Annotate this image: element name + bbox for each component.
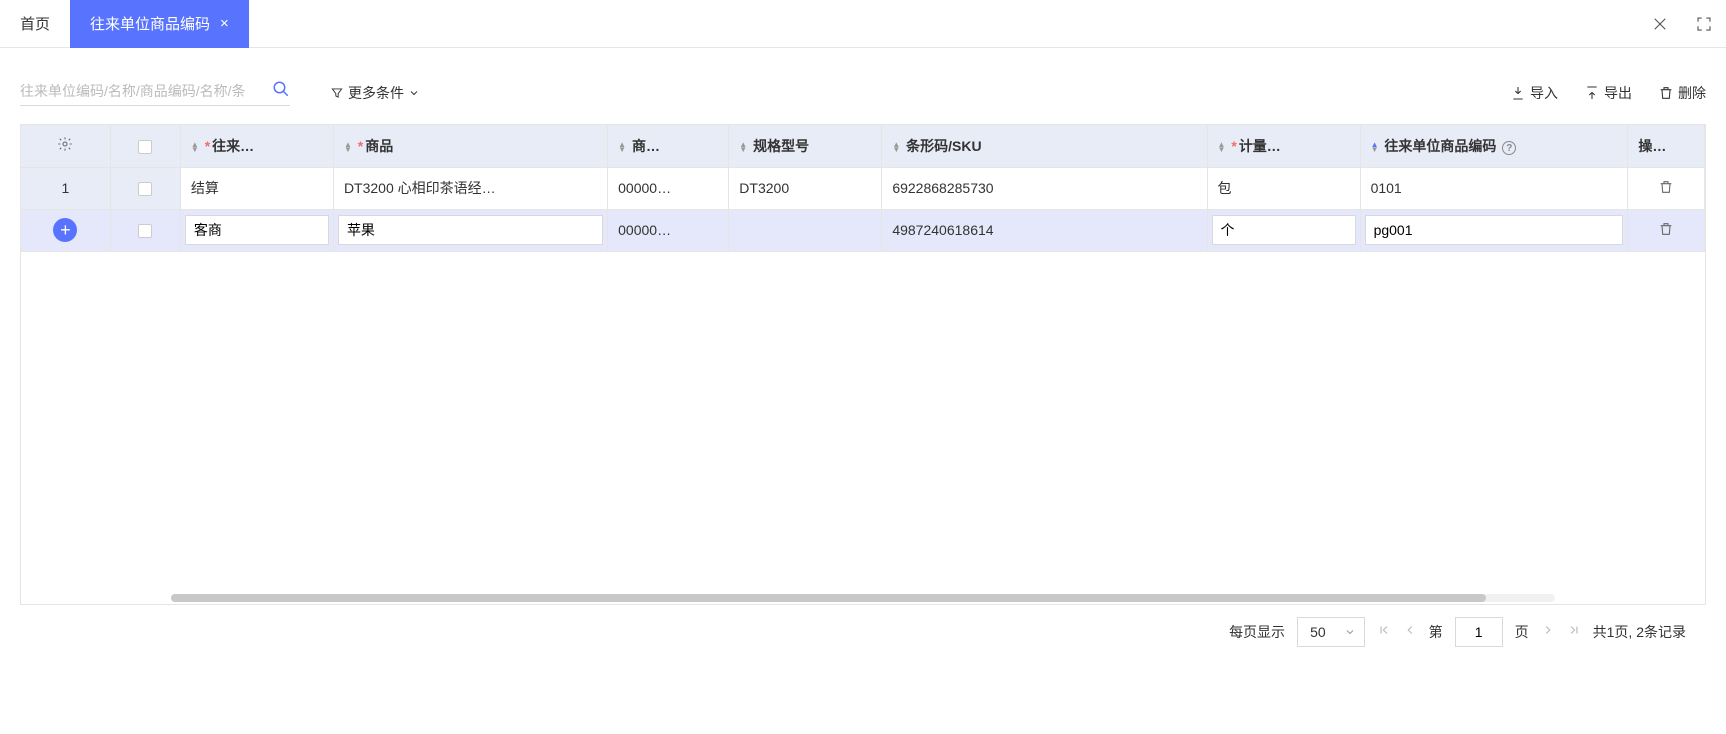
prev-page-icon[interactable] (1403, 623, 1417, 640)
cell-unit[interactable]: 包 (1207, 167, 1360, 209)
search-icon[interactable] (272, 80, 290, 101)
column-select-all[interactable] (110, 125, 180, 167)
cell-product[interactable]: DT3200 心相印茶语经… (333, 167, 607, 209)
per-page-select[interactable]: 50 (1297, 617, 1365, 647)
partner-input[interactable] (185, 215, 329, 245)
import-label: 导入 (1530, 83, 1558, 103)
page-label-suffix: 页 (1515, 622, 1529, 642)
column-product[interactable]: ▲▼ *商品 (333, 125, 607, 167)
cell-spec: DT3200 (729, 167, 882, 209)
row-checkbox[interactable] (138, 182, 152, 196)
tab-home[interactable]: 首页 (0, 0, 70, 48)
toolbar: 更多条件 导入 导出 删除 (0, 64, 1726, 116)
more-conditions-button[interactable]: 更多条件 (330, 83, 420, 103)
column-barcode[interactable]: ▲▼ 条形码/SKU (882, 125, 1207, 167)
sort-icon: ▲▼ (191, 142, 199, 152)
column-unit[interactable]: ▲▼ *计量… (1207, 125, 1360, 167)
fullscreen-icon[interactable] (1690, 10, 1718, 38)
column-product-code-label: 商… (632, 138, 660, 154)
column-partner-product-code-label: 往来单位商品编码 (1384, 138, 1496, 154)
next-page-icon[interactable] (1541, 623, 1555, 640)
delete-label: 删除 (1678, 83, 1706, 103)
pagination: 每页显示 50 第 页 共1页, 2条记录 (20, 605, 1706, 659)
column-spec-label: 规格型号 (753, 138, 809, 154)
import-button[interactable]: 导入 (1510, 83, 1558, 103)
horizontal-scrollbar[interactable] (21, 592, 1705, 604)
data-table: ▲▼ *往来… ▲▼ *商品 ▲▼ 商… ▲▼ 规格型号 ▲▼ 条形码/SK (20, 124, 1706, 605)
required-star-icon: * (1231, 138, 1236, 154)
delete-row-icon[interactable] (1658, 182, 1674, 198)
page-label-prefix: 第 (1429, 622, 1443, 642)
column-product-label: 商品 (365, 138, 393, 154)
column-barcode-label: 条形码/SKU (906, 138, 981, 154)
table-row[interactable]: + 00000… 4987240618614 (21, 209, 1705, 251)
cell-partner-product-code[interactable]: 0101 (1360, 167, 1628, 209)
sort-icon: ▲▼ (1371, 142, 1379, 152)
help-icon[interactable]: ? (1502, 141, 1516, 155)
cell-product-code: 00000… (608, 209, 729, 251)
sort-icon: ▲▼ (739, 142, 747, 152)
row-checkbox[interactable] (138, 224, 152, 238)
tab-home-label: 首页 (20, 13, 50, 34)
column-unit-label: 计量… (1239, 138, 1281, 154)
trash-icon (1658, 85, 1674, 101)
close-icon[interactable] (1646, 10, 1674, 38)
column-partner[interactable]: ▲▼ *往来… (180, 125, 333, 167)
filter-icon (330, 86, 344, 100)
pagination-summary: 共1页, 2条记录 (1593, 622, 1686, 642)
close-tab-icon[interactable]: × (220, 15, 229, 32)
column-spec[interactable]: ▲▼ 规格型号 (729, 125, 882, 167)
export-button[interactable]: 导出 (1584, 83, 1632, 103)
cell-barcode: 6922868285730 (882, 167, 1207, 209)
delete-row-icon[interactable] (1658, 224, 1674, 240)
column-partner-product-code[interactable]: ▲▼ 往来单位商品编码 ? (1360, 125, 1628, 167)
search-input[interactable] (20, 83, 272, 99)
column-operation-label: 操… (1638, 138, 1666, 154)
chevron-down-icon (1344, 626, 1356, 638)
sort-icon: ▲▼ (1218, 142, 1226, 152)
per-page-value: 50 (1310, 624, 1326, 640)
gear-icon (57, 136, 73, 152)
cell-barcode: 4987240618614 (882, 209, 1207, 251)
column-operation: 操… (1628, 125, 1705, 167)
import-icon (1510, 85, 1526, 101)
sort-icon: ▲▼ (892, 142, 900, 152)
partner-product-code-input[interactable] (1365, 215, 1624, 245)
required-star-icon: * (358, 138, 363, 154)
cell-product-code: 00000… (608, 167, 729, 209)
per-page-label: 每页显示 (1229, 622, 1285, 642)
required-star-icon: * (205, 138, 210, 154)
more-conditions-label: 更多条件 (348, 83, 404, 103)
column-settings[interactable] (21, 125, 110, 167)
last-page-icon[interactable] (1567, 623, 1581, 640)
add-row-icon[interactable]: + (53, 218, 77, 242)
chevron-down-icon (408, 87, 420, 99)
sort-icon: ▲▼ (344, 142, 352, 152)
table-row[interactable]: 1 结算 DT3200 心相印茶语经… 00000… DT3200 692286… (21, 167, 1705, 209)
unit-input[interactable] (1212, 215, 1356, 245)
select-all-checkbox[interactable] (138, 140, 152, 154)
export-label: 导出 (1604, 83, 1632, 103)
cell-partner[interactable]: 结算 (180, 167, 333, 209)
cell-spec (729, 209, 882, 251)
first-page-icon[interactable] (1377, 623, 1391, 640)
row-index: 1 (21, 167, 110, 209)
export-icon (1584, 85, 1600, 101)
page-input[interactable] (1455, 617, 1503, 647)
table-empty-area (21, 252, 1705, 592)
tab-bar: 首页 往来单位商品编码 × (0, 0, 1726, 48)
column-product-code[interactable]: ▲▼ 商… (608, 125, 729, 167)
product-input[interactable] (338, 215, 603, 245)
table-header-row: ▲▼ *往来… ▲▼ *商品 ▲▼ 商… ▲▼ 规格型号 ▲▼ 条形码/SK (21, 125, 1705, 167)
tab-partner-product-code[interactable]: 往来单位商品编码 × (70, 0, 249, 48)
column-partner-label: 往来… (212, 138, 254, 154)
sort-icon: ▲▼ (618, 142, 626, 152)
delete-button[interactable]: 删除 (1658, 83, 1706, 103)
search-wrapper (20, 80, 290, 106)
tab-current-label: 往来单位商品编码 (90, 13, 210, 34)
